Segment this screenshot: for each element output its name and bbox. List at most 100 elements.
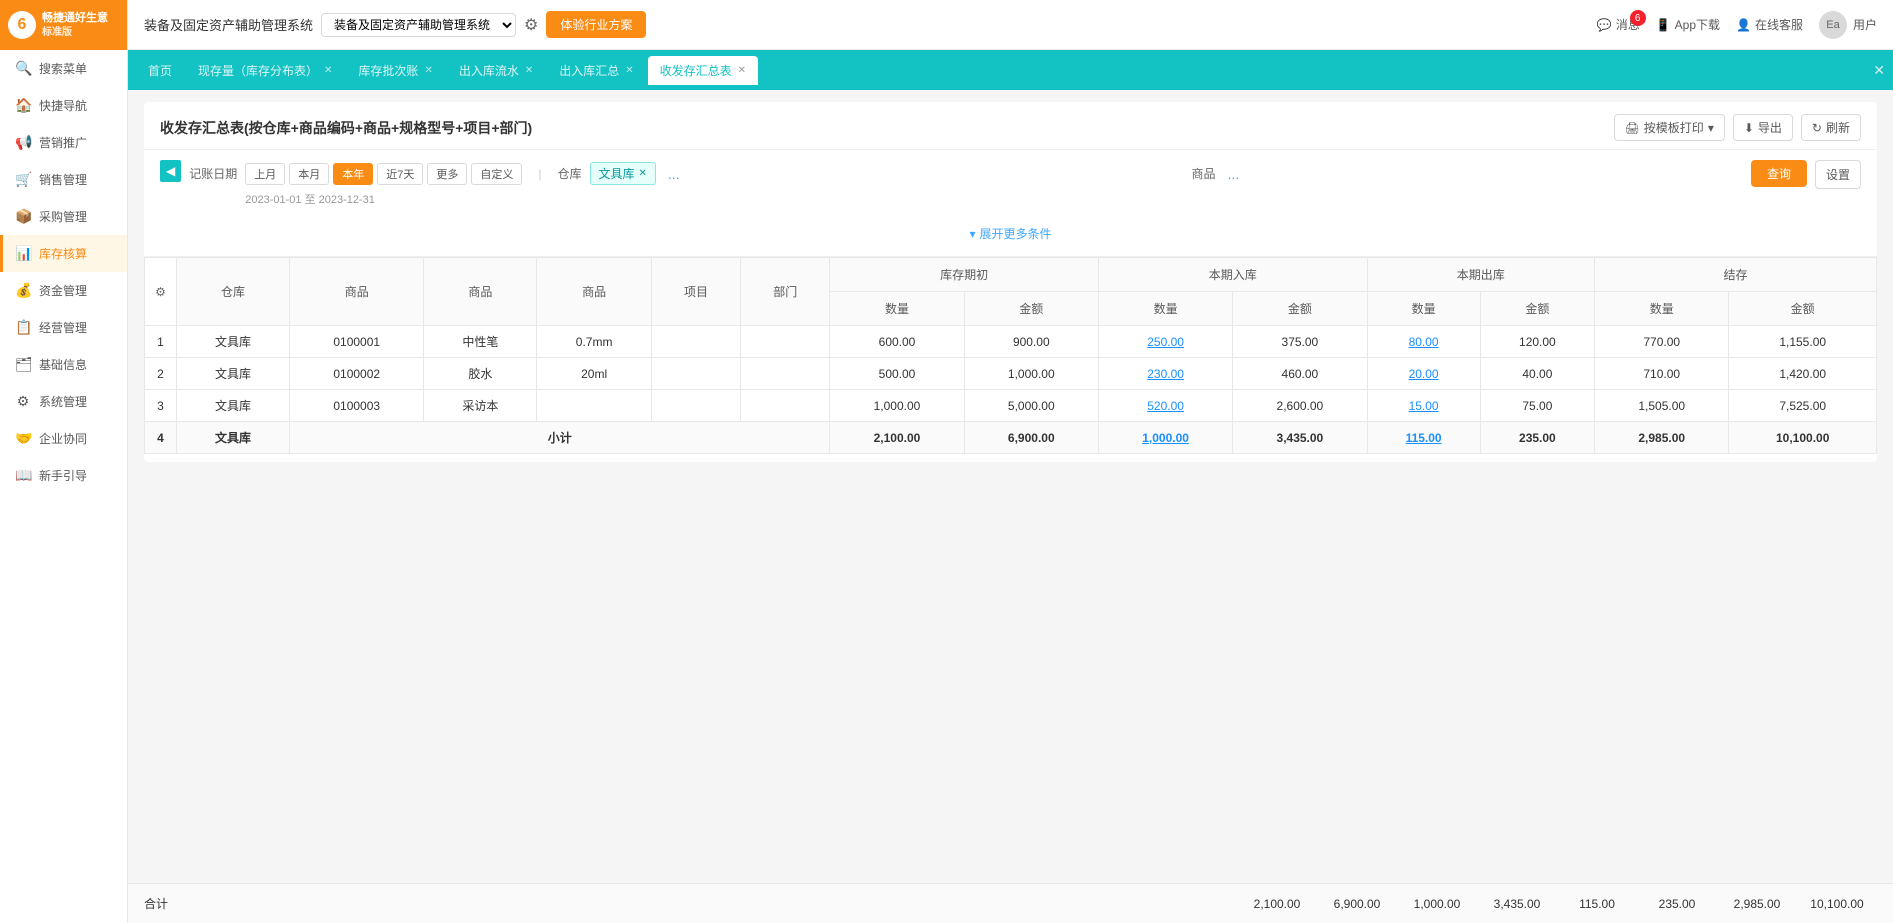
export-button[interactable]: ⬇ 导出 [1733, 114, 1793, 141]
online-service-button[interactable]: 👤 在线客服 [1736, 16, 1803, 33]
subtotal-out-qty: 115.00 [1367, 422, 1480, 454]
col-goods-spec: 商品 [537, 258, 651, 326]
sidebar-item-purchase[interactable]: 📦采购管理 [0, 198, 127, 235]
row-in-qty[interactable]: 230.00 [1098, 358, 1232, 390]
tab-label-inout-flow: 出入库流水 [459, 62, 519, 79]
row-begin-qty: 600.00 [830, 326, 964, 358]
sidebar-item-system[interactable]: ⚙系统管理 [0, 383, 127, 420]
sidebar-nav: 🔍搜索菜单🏠快捷导航📢营销推广🛒销售管理📦采购管理📊库存核算💰资金管理📋经营管理… [0, 50, 127, 923]
tab-close-receive-summary[interactable]: ✕ [738, 65, 746, 76]
sidebar-item-finance[interactable]: 💰资金管理 [0, 272, 127, 309]
notification-button[interactable]: 💬 消息 6 [1597, 16, 1640, 33]
warehouse-remove-icon[interactable]: ✕ [639, 168, 647, 179]
sidebar-item-enterprise[interactable]: 🤝企业协同 [0, 420, 127, 457]
tab-inventory-dist[interactable]: 现存量（库存分布表）✕ [186, 56, 344, 85]
date-btn-上月[interactable]: 上月 [245, 163, 285, 185]
sidebar-item-quick-nav[interactable]: 🏠快捷导航 [0, 87, 127, 124]
tab-batch-account[interactable]: 库存批次账 ✕ [346, 56, 444, 85]
experience-button[interactable]: 体验行业方案 [546, 11, 646, 38]
row-in-amount: 460.00 [1233, 358, 1367, 390]
print-button[interactable]: 🖨 按模板打印 ▾ [1614, 114, 1725, 141]
tab-label-receive-summary: 收发存汇总表 [660, 62, 732, 79]
system-title: 装备及固定资产辅助管理系统 [144, 15, 313, 34]
chevron-down-icon: ▾ [1708, 121, 1714, 135]
refresh-icon: ↻ [1812, 121, 1822, 135]
tab-close-inventory-dist[interactable]: ✕ [324, 65, 332, 76]
tabs-close-right[interactable]: ✕ [1865, 62, 1885, 79]
tab-close-inout-flow[interactable]: ✕ [525, 65, 533, 76]
warehouse-filter-tag[interactable]: 文具库 ✕ [590, 162, 656, 185]
row-out-qty[interactable]: 20.00 [1367, 358, 1480, 390]
row-in-qty[interactable]: 520.00 [1098, 390, 1232, 422]
tab-close-inout-summary[interactable]: ✕ [625, 65, 633, 76]
print-icon: 🖨 [1625, 121, 1640, 135]
row-in-amount: 375.00 [1233, 326, 1367, 358]
col-bal-qty: 数量 [1595, 292, 1729, 326]
logo-icon: 6 [8, 11, 36, 39]
tab-inout-flow[interactable]: 出入库流水 ✕ [447, 56, 545, 85]
subtotal-index: 4 [145, 422, 177, 454]
header-settings-button[interactable]: ⚙ [524, 15, 538, 35]
date-btn-更多[interactable]: 更多 [427, 163, 467, 185]
row-out-amount: 120.00 [1480, 326, 1594, 358]
system-selector[interactable]: 装备及固定资产辅助管理系统 [321, 13, 516, 37]
row-in-qty[interactable]: 250.00 [1098, 326, 1232, 358]
total-in-qty: 1,000.00 [1397, 897, 1477, 911]
warehouse-more-button[interactable]: ... [664, 166, 684, 182]
sidebar-item-search[interactable]: 🔍搜索菜单 [0, 50, 127, 87]
sidebar-item-label: 库存核算 [39, 245, 87, 262]
sidebar-item-label: 搜索菜单 [39, 60, 87, 77]
filter-collapse-button[interactable]: ◀ [160, 160, 181, 182]
row-bal-amount: 7,525.00 [1729, 390, 1877, 422]
bottom-bar: 合计 2,100.00 6,900.00 1,000.00 3,435.00 1… [128, 883, 1893, 923]
sidebar-item-marketing[interactable]: 📢营销推广 [0, 124, 127, 161]
date-range-text: 2023-01-01 至 2023-12-31 [245, 194, 375, 206]
sidebar-item-label: 快捷导航 [39, 97, 87, 114]
row-begin-amount: 1,000.00 [964, 358, 1098, 390]
app-download-button[interactable]: 📱 App下载 [1656, 16, 1720, 33]
row-out-qty[interactable]: 80.00 [1367, 326, 1480, 358]
sidebar-item-operations[interactable]: 📋经营管理 [0, 309, 127, 346]
row-bal-qty: 770.00 [1595, 326, 1729, 358]
date-btn-自定义[interactable]: 自定义 [471, 163, 522, 185]
tab-label-home: 首页 [148, 62, 172, 79]
table-wrap: ⚙ 仓库 商品 商品 商品 项目 部门 库存期初 本期入库 本期出库 结存 [144, 257, 1877, 462]
sidebar-item-guide[interactable]: 📖新手引导 [0, 457, 127, 494]
sidebar-item-sales[interactable]: 🛒销售管理 [0, 161, 127, 198]
tab-receive-summary[interactable]: 收发存汇总表 ✕ [648, 56, 758, 85]
date-btn-本年[interactable]: 本年 [333, 163, 373, 185]
date-btn-近7天[interactable]: 近7天 [377, 163, 423, 185]
query-button[interactable]: 查询 [1751, 160, 1807, 187]
col-in-amount: 金额 [1233, 292, 1367, 326]
row-warehouse: 文具库 [177, 326, 290, 358]
top-header: 装备及固定资产辅助管理系统 装备及固定资产辅助管理系统 ⚙ 体验行业方案 💬 消… [128, 0, 1893, 50]
tab-label-batch-account: 库存批次账 [358, 62, 418, 79]
row-goods-spec: 20ml [537, 358, 651, 390]
table-settings-icon[interactable]: ⚙ [145, 258, 177, 326]
top-header-right: 💬 消息 6 📱 App下载 👤 在线客服 Ea 用户 [1597, 11, 1877, 39]
phone-icon: 📱 [1656, 18, 1671, 32]
row-bal-amount: 1,420.00 [1729, 358, 1877, 390]
sidebar-item-basic-info[interactable]: 🗂基础信息 [0, 346, 127, 383]
warehouse-filter-label: 仓库 [558, 165, 582, 182]
date-filter-label: 记账日期 [189, 165, 237, 182]
tab-home[interactable]: 首页 [136, 56, 184, 85]
col-out-qty: 数量 [1367, 292, 1480, 326]
sidebar-item-inventory[interactable]: 📊库存核算 [0, 235, 127, 272]
tab-inout-summary[interactable]: 出入库汇总✕ [547, 56, 645, 85]
tab-close-batch-account[interactable]: ✕ [424, 65, 432, 76]
user-label: 用户 [1853, 16, 1877, 33]
date-btn-本月[interactable]: 本月 [289, 163, 329, 185]
user-area[interactable]: Ea 用户 [1819, 11, 1877, 39]
main-area: 装备及固定资产辅助管理系统 装备及固定资产辅助管理系统 ⚙ 体验行业方案 💬 消… [128, 0, 1893, 923]
row-warehouse: 文具库 [177, 390, 290, 422]
filter-settings-button[interactable]: 设置 [1815, 160, 1861, 189]
goods-more-button[interactable]: ... [1223, 166, 1243, 182]
expand-filter-button[interactable]: ▾ 展开更多条件 [969, 225, 1051, 242]
row-out-qty[interactable]: 15.00 [1367, 390, 1480, 422]
refresh-button[interactable]: ↻ 刷新 [1801, 114, 1861, 141]
sidebar-item-label: 采购管理 [39, 208, 87, 225]
col-period-out: 本期出库 [1367, 258, 1595, 292]
warehouse-tag-text: 文具库 [599, 165, 635, 182]
row-goods-code: 0100003 [290, 390, 424, 422]
